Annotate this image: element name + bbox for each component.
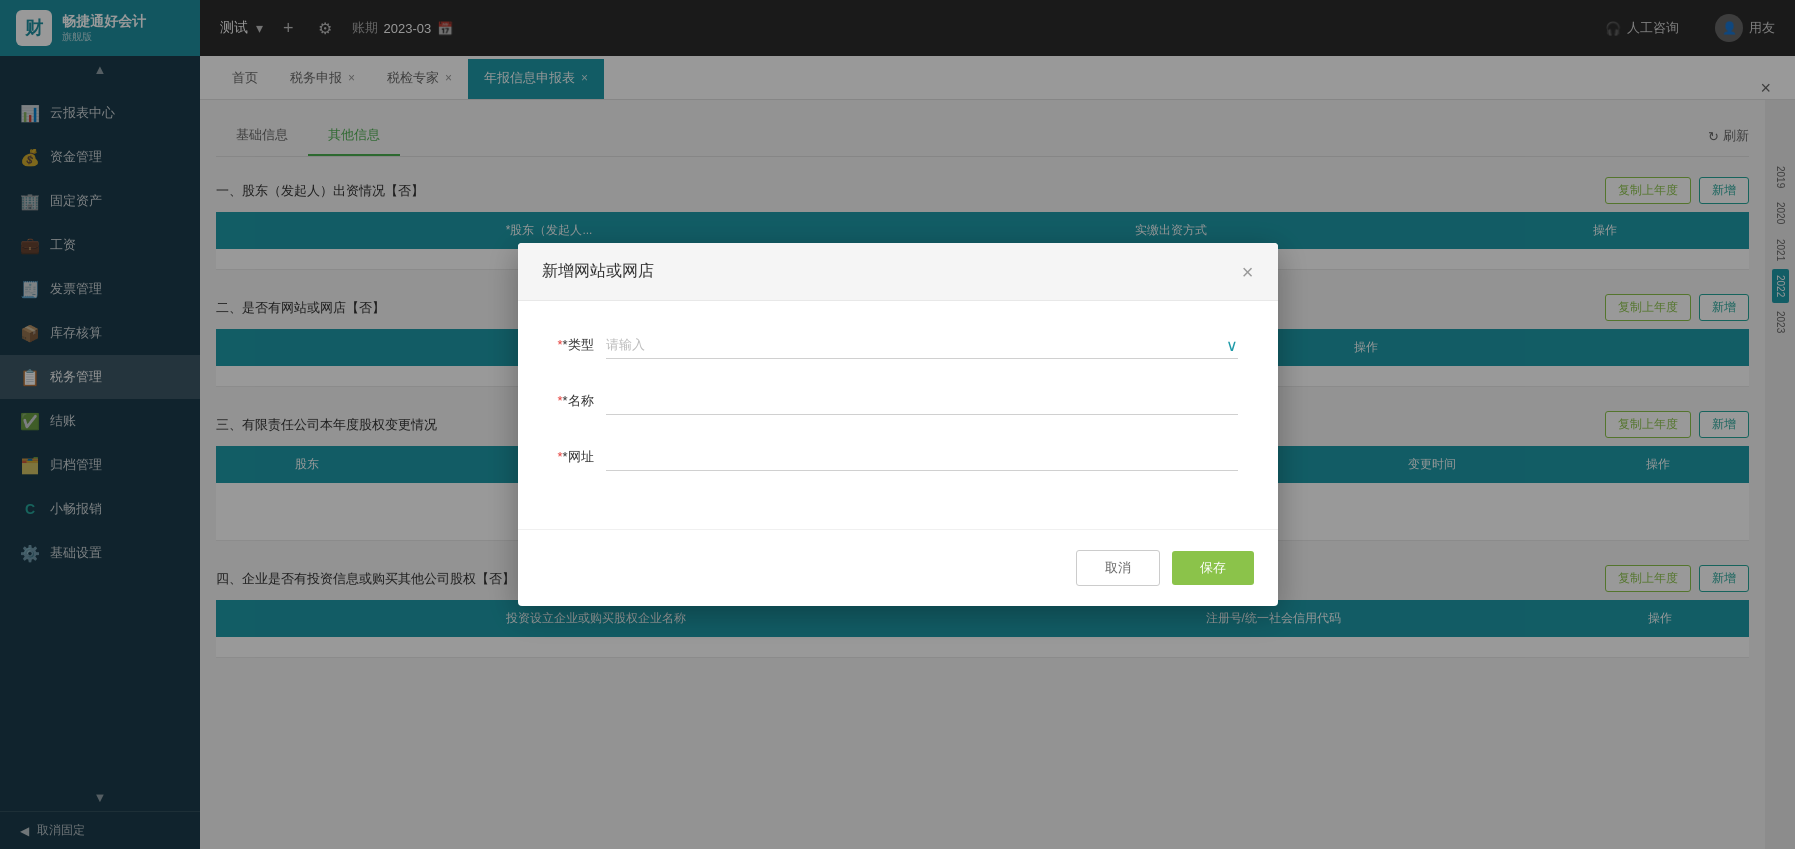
type-input-wrapper: ∨ (606, 331, 1238, 359)
type-label: **类型 (558, 336, 594, 354)
dialog-close-button[interactable]: × (1242, 262, 1254, 282)
name-input-wrapper (606, 387, 1238, 415)
url-input[interactable] (606, 443, 1238, 471)
form-group-type: **类型 ∨ (558, 331, 1238, 359)
dialog-footer: 取消 保存 (518, 529, 1278, 606)
dialog-body: **类型 ∨ **名称 **网址 (518, 301, 1278, 529)
add-website-dialog: 新增网站或网店 × **类型 ∨ **名称 (518, 243, 1278, 606)
type-input[interactable] (606, 331, 1238, 359)
url-label: **网址 (558, 448, 594, 466)
name-label: **名称 (558, 392, 594, 410)
save-button[interactable]: 保存 (1172, 551, 1254, 585)
name-input[interactable] (606, 387, 1238, 415)
url-input-wrapper (606, 443, 1238, 471)
form-group-name: **名称 (558, 387, 1238, 415)
dialog-overlay[interactable]: 新增网站或网店 × **类型 ∨ **名称 (0, 0, 1795, 849)
cancel-button[interactable]: 取消 (1076, 550, 1160, 586)
dialog-title: 新增网站或网店 (542, 261, 654, 282)
dialog-header: 新增网站或网店 × (518, 243, 1278, 301)
form-group-url: **网址 (558, 443, 1238, 471)
